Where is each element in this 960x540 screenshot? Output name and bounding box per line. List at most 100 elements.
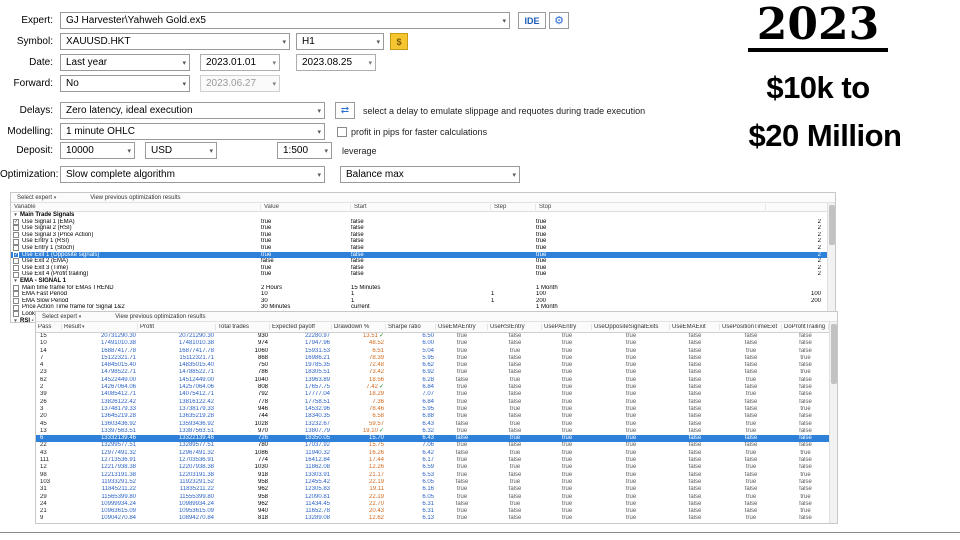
results-col-header[interactable]: Sharpe ratio — [386, 324, 436, 330]
results-col-header[interactable]: Result▾ — [62, 324, 138, 330]
gear-icon[interactable]: ⚙ — [549, 12, 569, 29]
results-col-header[interactable]: Drawdown % — [332, 324, 386, 330]
param-row[interactable]: Main time frame for EMAs TREND 2 Hours 15 … — [11, 285, 835, 292]
param-row[interactable]: EMA Fast Period 10 1 1 100 100 — [11, 291, 835, 298]
param-checkbox[interactable]: ✓ — [13, 251, 19, 258]
result-row[interactable]: 98 12213191.38 12203191.38 918 13303.91 21.17… — [36, 472, 837, 479]
profit-in-pips-checkbox[interactable] — [337, 126, 347, 137]
result-row[interactable]: 29 11565399.80 11555399.80 958 12090.81 22.19… — [36, 494, 837, 501]
date-to-field[interactable]: 2023.08.25 ▾ — [296, 54, 376, 71]
results-col-header[interactable]: UseOppositeSignalExits — [592, 324, 670, 330]
latency-icon[interactable]: ⇄ — [335, 102, 355, 119]
params-col-header[interactable]: Variable — [11, 204, 261, 210]
select-expert-dropdown[interactable]: Select expert ▾ — [42, 314, 81, 320]
view-previous-results-link[interactable]: View previous optimization results — [115, 314, 205, 320]
result-row[interactable]: 2 14267064.06 14257064.06 808 17657.75 7.42✓ 6… — [36, 384, 837, 391]
result-row[interactable]: 22 13299577.51 13289577.51 780 17037.92 15.75… — [36, 442, 837, 449]
date-from-field[interactable]: 2023.01.01 ▾ — [200, 54, 280, 71]
results-col-header[interactable]: Pass — [36, 324, 62, 330]
results-col-header[interactable]: UseEMAExit — [670, 324, 720, 330]
scrollbar-thumb[interactable] — [831, 324, 837, 384]
result-row[interactable]: 26 13826122.42 13816122.42 778 17758.51 7.36 6… — [36, 399, 837, 406]
results-col-header[interactable]: DoProfitTrailing — [782, 324, 829, 330]
view-previous-results-link[interactable]: View previous optimization results — [90, 195, 180, 201]
param-row[interactable]: EMA Slow Period 30 1 1 200 200 — [11, 298, 835, 305]
result-row[interactable]: 103 11933291.52 11923291.52 958 12455.42 22.1… — [36, 479, 837, 486]
result-row[interactable]: 21 10963615.09 10953615.09 940 11652.78 20.43… — [36, 508, 837, 515]
params-col-header[interactable]: Start — [351, 204, 491, 210]
results-col-header[interactable]: UseRSIEntry — [488, 324, 542, 330]
result-row[interactable]: 43 12977491.32 12967491.32 1086 11940.32 16.2… — [36, 450, 837, 457]
ide-button[interactable]: IDE — [518, 12, 546, 29]
param-group-row[interactable]: ▾ Main Trade Signals — [11, 212, 835, 219]
result-row[interactable]: 3 13748179.33 13738179.33 946 14532.96 78.46 5… — [36, 406, 837, 413]
result-row[interactable]: 39 14085412.71 14075412.71 792 17777.04 18.29… — [36, 391, 837, 398]
result-row[interactable]: 23 14798522.71 14788522.71 786 18305.51 73.42… — [36, 369, 837, 376]
result-row[interactable]: 9 10904270.84 10894270.84 818 13289.08 12.62 6… — [36, 515, 837, 522]
scrollbar-thumb[interactable] — [829, 205, 835, 245]
param-row[interactable]: Use Exit 4 (Profit trailing) true false tru… — [11, 271, 835, 278]
currency-select[interactable]: USD ▾ — [145, 142, 217, 159]
forward-select[interactable]: No ▾ — [60, 75, 190, 92]
result-row[interactable]: 45 13603436.92 13593436.92 1028 13232.67 59.5… — [36, 421, 837, 428]
param-checkbox[interactable] — [13, 258, 19, 265]
timeframe-select[interactable]: H1 ▾ — [296, 33, 384, 50]
criterion-select[interactable]: Balance max ▾ — [340, 166, 520, 183]
param-checkbox[interactable] — [13, 265, 19, 272]
param-checkbox[interactable] — [13, 298, 19, 305]
result-row[interactable]: 7 15122321.71 15112321.71 868 16986.21 78.39 5… — [36, 355, 837, 362]
spinner-icon[interactable]: ▾ — [272, 59, 276, 67]
param-row[interactable]: Use Signal 3 (Price Action) true false true… — [11, 232, 835, 239]
param-row[interactable]: Use Entry 1 (RSI) true false true 2 — [11, 238, 835, 245]
results-col-header[interactable]: Profit — [138, 324, 216, 330]
result-row[interactable]: 15 20731290.30 20721290.30 930 22280.97 13.51… — [36, 333, 837, 340]
collapse-icon[interactable]: ▾ — [11, 318, 20, 325]
result-row[interactable]: 24 10999934.24 10989934.24 962 11434.45 22.70… — [36, 501, 837, 508]
results-col-header[interactable]: UsePAEntry — [542, 324, 592, 330]
result-row[interactable]: 31 11845211.22 11835211.22 962 12305.83 19.11… — [36, 486, 837, 493]
param-checkbox[interactable] — [13, 225, 19, 232]
params-col-header[interactable]: Step — [491, 204, 536, 210]
result-row[interactable]: 14 16887417.78 16877417.78 1060 15931.53 6.51… — [36, 348, 837, 355]
param-checkbox[interactable] — [13, 238, 19, 245]
result-row[interactable]: 13 13397563.51 13387563.51 970 13807.79 19.10… — [36, 428, 837, 435]
expert-select[interactable]: GJ Harvester\Yahweh Gold.ex5 ▾ — [60, 12, 510, 29]
param-checkbox[interactable]: ✓ — [13, 218, 19, 225]
param-row[interactable]: Use Entry 1 (Stoch) true false true 2 — [11, 245, 835, 252]
params-col-header[interactable]: Stop — [536, 204, 766, 210]
results-scrollbar[interactable] — [829, 322, 837, 523]
results-col-header[interactable]: UseEMAEntry — [436, 324, 488, 330]
result-row[interactable]: 62 14522449.00 14512449.00 1040 13963.89 18.5… — [36, 377, 837, 384]
result-row[interactable]: 111 12713536.91 12703536.91 774 16412.84 17.4… — [36, 457, 837, 464]
select-expert-dropdown[interactable]: Select expert ▾ — [17, 195, 56, 201]
params-scrollbar[interactable] — [827, 203, 835, 322]
param-checkbox[interactable] — [13, 291, 19, 298]
result-row[interactable]: 6 13332139.46 13322139.46 726 18350.05 15.70 6… — [36, 435, 837, 443]
results-col-header[interactable]: Total trades — [216, 324, 270, 330]
results-col-header[interactable]: Expected payoff — [270, 324, 332, 330]
param-row[interactable]: ✓ Use Exit 1 (Opposite signals) true false t… — [11, 251, 835, 259]
param-row[interactable]: ✓ Use Signal 1 (EMA) true false true 2 — [11, 219, 835, 226]
param-checkbox[interactable] — [13, 311, 19, 318]
delays-select[interactable]: Zero latency, ideal execution ▾ — [60, 102, 325, 119]
param-checkbox[interactable] — [13, 232, 19, 239]
param-checkbox[interactable] — [13, 271, 19, 278]
param-row[interactable]: Use Exit 2 (EMA) false false true 2 — [11, 258, 835, 265]
param-row[interactable]: Use Signal 2 (RSI) true false true 2 — [11, 225, 835, 232]
date-range-select[interactable]: Last year ▾ — [60, 54, 190, 71]
deposit-select[interactable]: 10000 ▾ — [60, 142, 135, 159]
result-row[interactable]: 4 14845015.40 14835015.40 750 19785.35 72.48 6… — [36, 362, 837, 369]
param-row[interactable]: Use Exit 3 (Time) true false true 2 — [11, 265, 835, 272]
result-row[interactable]: 20 13645219.28 13635219.28 744 18340.35 6.58 6… — [36, 413, 837, 420]
symbol-properties-icon[interactable]: $ — [390, 33, 408, 50]
results-col-header[interactable]: UsePositionTimeExit — [720, 324, 782, 330]
optimization-select[interactable]: Slow complete algorithm ▾ — [60, 166, 325, 183]
param-checkbox[interactable] — [13, 245, 19, 252]
param-checkbox[interactable] — [13, 304, 19, 311]
param-checkbox[interactable] — [13, 284, 19, 291]
symbol-select[interactable]: XAUUSD.HKT ▾ — [60, 33, 290, 50]
collapse-icon[interactable]: ▾ — [11, 278, 20, 285]
param-group-row[interactable]: ▾ EMA - SIGNAL 1 — [11, 278, 835, 285]
result-row[interactable]: 10 17491010.38 17481010.38 974 17947.96 48.52… — [36, 340, 837, 347]
param-row[interactable]: Price Action Time frame for Signal 1&2 30… — [11, 304, 835, 311]
